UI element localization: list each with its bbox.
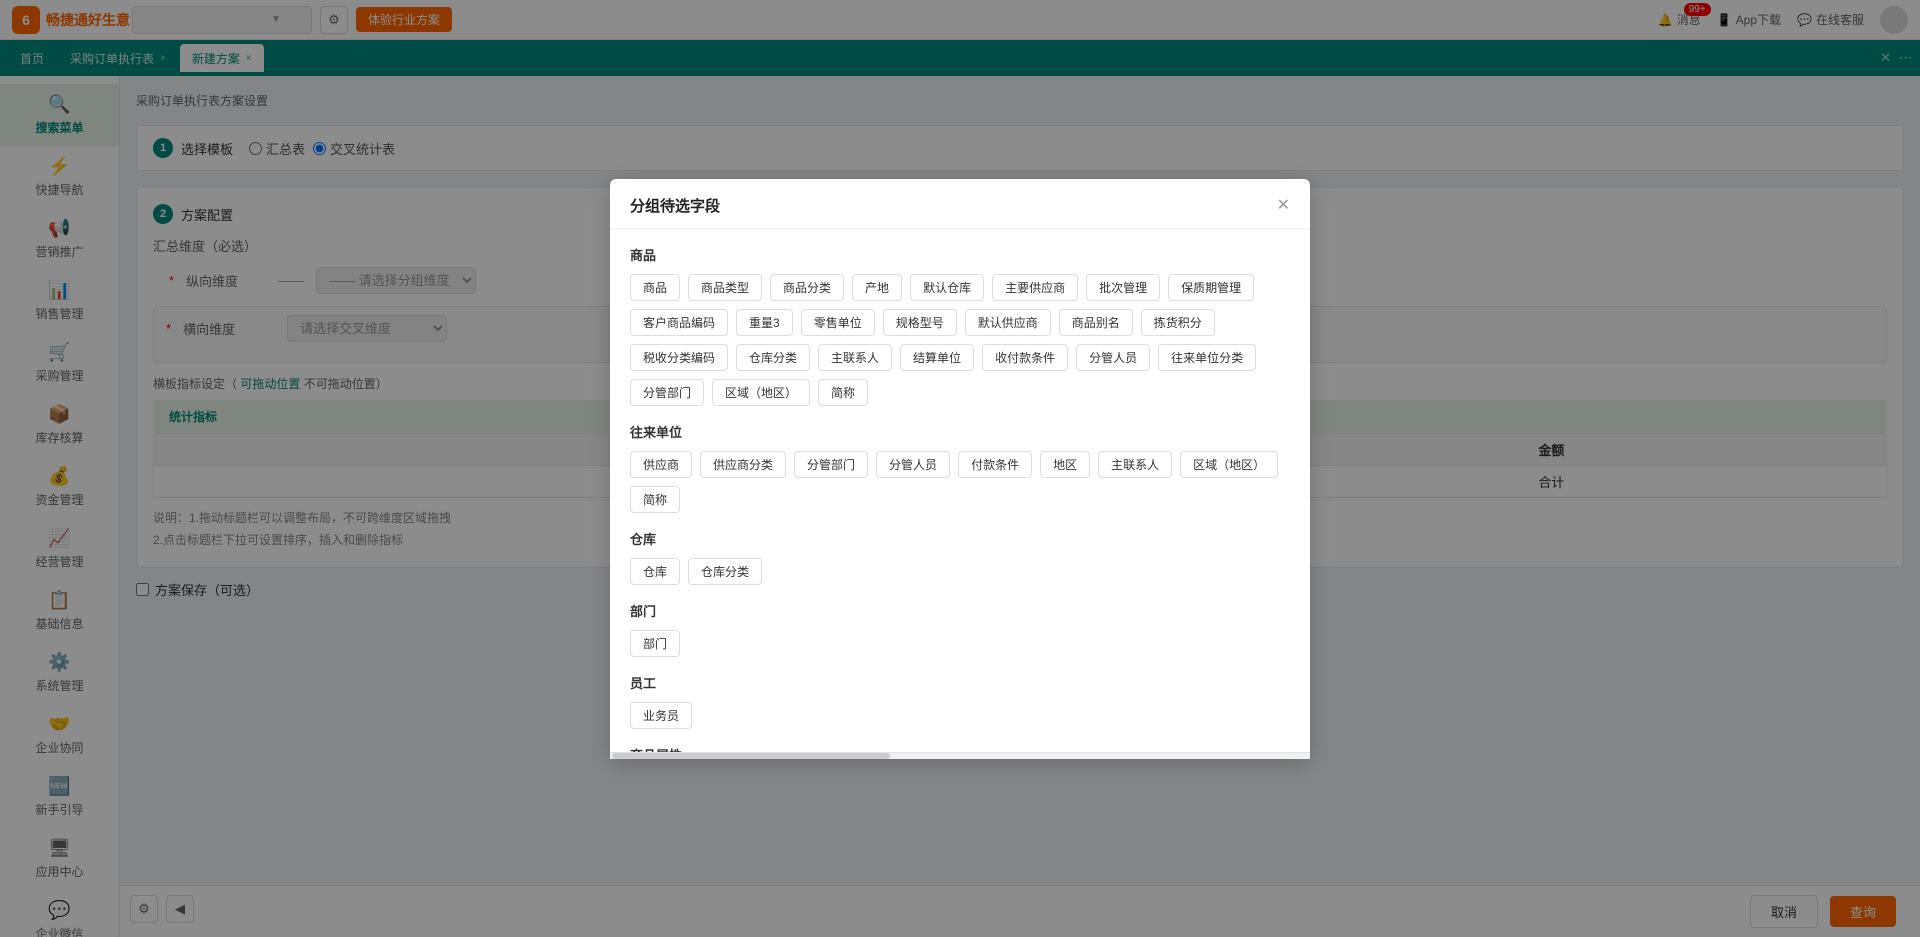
field-tag-0-13[interactable]: 商品别名 <box>1059 309 1133 336</box>
field-tag-2-1[interactable]: 仓库分类 <box>688 558 762 585</box>
field-tag-0-7[interactable]: 保质期管理 <box>1168 274 1254 301</box>
modal-scrollbar-thumb[interactable] <box>612 753 890 759</box>
field-tag-0-8[interactable]: 客户商品编码 <box>630 309 728 336</box>
field-tag-2-0[interactable]: 仓库 <box>630 558 680 585</box>
field-tag-0-11[interactable]: 规格型号 <box>883 309 957 336</box>
field-tag-0-24[interactable]: 简称 <box>818 379 868 406</box>
field-section-5: 商品属性属性颜色多规格尺码鞋码1 <box>630 745 1290 752</box>
field-section-title-0: 商品 <box>630 245 1290 264</box>
field-tag-1-7[interactable]: 区域（地区） <box>1180 451 1278 478</box>
field-tag-0-6[interactable]: 批次管理 <box>1086 274 1160 301</box>
field-tag-3-0[interactable]: 部门 <box>630 630 680 657</box>
field-section-title-3: 部门 <box>630 601 1290 620</box>
field-tag-1-2[interactable]: 分管部门 <box>794 451 868 478</box>
field-section-title-2: 仓库 <box>630 529 1290 548</box>
field-tag-0-15[interactable]: 税收分类编码 <box>630 344 728 371</box>
field-section-0: 商品商品商品类型商品分类产地默认仓库主要供应商批次管理保质期管理客户商品编码重量… <box>630 245 1290 406</box>
field-tags-1: 供应商供应商分类分管部门分管人员付款条件地区主联系人区域（地区） 简称 <box>630 451 1290 513</box>
field-tag-1-6[interactable]: 主联系人 <box>1098 451 1172 478</box>
field-tag-0-19[interactable]: 收付款条件 <box>982 344 1068 371</box>
modal-title: 分组待选字段 <box>630 195 720 216</box>
field-tag-0-2[interactable]: 商品分类 <box>770 274 844 301</box>
field-tags-2: 仓库仓库分类 <box>630 558 1290 585</box>
field-tag-1-8[interactable]: 简称 <box>630 486 680 513</box>
field-tags-0: 商品商品类型商品分类产地默认仓库主要供应商批次管理保质期管理客户商品编码重量3 零… <box>630 274 1290 406</box>
field-tag-1-5[interactable]: 地区 <box>1040 451 1090 478</box>
field-tag-0-1[interactable]: 商品类型 <box>688 274 762 301</box>
modal-header: 分组待选字段 ✕ <box>610 179 1310 229</box>
field-tag-0-14[interactable]: 拣货积分 <box>1141 309 1215 336</box>
field-tag-0-0[interactable]: 商品 <box>630 274 680 301</box>
field-tag-0-9[interactable]: 重量3 <box>736 309 793 336</box>
field-section-4: 员工业务员 <box>630 673 1290 729</box>
field-tag-0-5[interactable]: 主要供应商 <box>992 274 1078 301</box>
modal-close-button[interactable]: ✕ <box>1277 195 1290 215</box>
field-tag-0-3[interactable]: 产地 <box>852 274 902 301</box>
field-tag-0-10[interactable]: 零售单位 <box>801 309 875 336</box>
field-tag-0-23[interactable]: 区域（地区） <box>712 379 810 406</box>
field-section-title-1: 往来单位 <box>630 422 1290 441</box>
field-tag-0-17[interactable]: 主联系人 <box>818 344 892 371</box>
field-tag-0-22[interactable]: 分管部门 <box>630 379 704 406</box>
modal-horizontal-scrollbar[interactable] <box>610 752 1310 759</box>
field-tags-4: 业务员 <box>630 702 1290 729</box>
field-tags-3: 部门 <box>630 630 1290 657</box>
field-tag-1-4[interactable]: 付款条件 <box>958 451 1032 478</box>
field-tag-0-12[interactable]: 默认供应商 <box>965 309 1051 336</box>
modal-overlay: 分组待选字段 ✕ 商品商品商品类型商品分类产地默认仓库主要供应商批次管理保质期管… <box>0 0 1920 937</box>
field-tag-1-1[interactable]: 供应商分类 <box>700 451 786 478</box>
field-section-1: 往来单位供应商供应商分类分管部门分管人员付款条件地区主联系人区域（地区） 简称 <box>630 422 1290 513</box>
field-tag-0-18[interactable]: 结算单位 <box>900 344 974 371</box>
field-tag-0-21[interactable]: 往来单位分类 <box>1158 344 1256 371</box>
field-section-2: 仓库仓库仓库分类 <box>630 529 1290 585</box>
field-section-3: 部门部门 <box>630 601 1290 657</box>
field-tag-0-4[interactable]: 默认仓库 <box>910 274 984 301</box>
field-section-title-5: 商品属性 <box>630 745 1290 752</box>
field-tag-1-0[interactable]: 供应商 <box>630 451 692 478</box>
modal: 分组待选字段 ✕ 商品商品商品类型商品分类产地默认仓库主要供应商批次管理保质期管… <box>610 179 1310 759</box>
modal-body: 商品商品商品类型商品分类产地默认仓库主要供应商批次管理保质期管理客户商品编码重量… <box>610 229 1310 752</box>
field-tag-1-3[interactable]: 分管人员 <box>876 451 950 478</box>
field-tag-0-16[interactable]: 仓库分类 <box>736 344 810 371</box>
field-section-title-4: 员工 <box>630 673 1290 692</box>
field-tag-4-0[interactable]: 业务员 <box>630 702 692 729</box>
field-tag-0-20[interactable]: 分管人员 <box>1076 344 1150 371</box>
